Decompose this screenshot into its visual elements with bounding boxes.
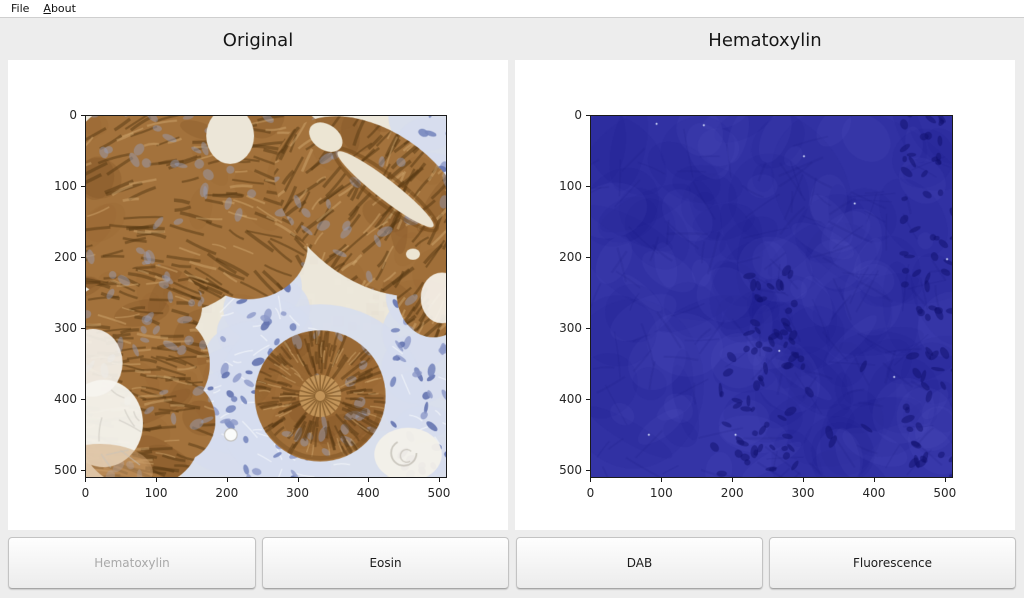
x-tick-mark [85, 478, 87, 482]
y-tick-mark [586, 257, 590, 259]
x-tick-mark [661, 478, 663, 482]
x-tick-mark [226, 478, 228, 482]
y-tick-label: 300 [559, 321, 582, 335]
y-tick-mark [586, 186, 590, 188]
y-tick-label: 100 [559, 179, 582, 194]
y-tick-label: 500 [54, 462, 77, 477]
original-plot-axes [85, 115, 447, 478]
y-tick-mark [81, 115, 85, 117]
menu-file[interactable]: File [4, 1, 36, 16]
stain-button-row: Hematoxylin Eosin DAB Fluorescence [0, 537, 1024, 589]
y-tick-label: 100 [54, 179, 77, 194]
y-tick-label: 500 [559, 462, 582, 477]
app-window: File About Original Hematoxylin 0 100 200 30… [0, 0, 1024, 598]
y-tick-label: 400 [559, 391, 582, 406]
y-tick-label: 400 [54, 391, 77, 406]
eosin-button[interactable]: Eosin [262, 537, 509, 589]
figure-title-hematoxylin: Hematoxylin [708, 30, 822, 51]
original-ihc-image [86, 116, 446, 477]
x-tick-label: 500 [933, 486, 957, 500]
x-tick-label: 0 [586, 486, 595, 500]
dab-button[interactable]: DAB [516, 537, 763, 589]
y-tick-label: 300 [54, 321, 77, 335]
x-tick-label: 200 [720, 486, 744, 500]
y-tick-label: 200 [559, 250, 582, 265]
x-tick-label: 300 [286, 486, 309, 500]
y-tick-label: 200 [54, 250, 77, 265]
x-tick-mark [944, 478, 946, 482]
x-tick-mark [803, 478, 804, 482]
y-tick-mark [81, 469, 85, 471]
y-tick-mark [81, 186, 85, 188]
figure-title-original: Original [222, 30, 294, 51]
x-tick-mark [368, 478, 370, 482]
x-tick-label: 0 [81, 486, 90, 500]
y-tick-mark [81, 257, 85, 259]
x-tick-mark [438, 478, 440, 482]
x-tick-label: 300 [791, 486, 815, 500]
y-tick-mark [586, 398, 590, 400]
original-figure-panel: 0 100 200 300 400 500 0 100 200 300 400 500 [8, 60, 508, 530]
menu-bar: File About [0, 0, 1024, 18]
y-tick-mark [81, 328, 85, 329]
menu-about[interactable]: About [36, 1, 83, 16]
hematoxylin-figure-panel: 0 100 200 300 400 500 0 100 200 300 400 500 [515, 60, 1015, 530]
x-tick-label: 100 [649, 486, 673, 500]
y-tick-mark [586, 328, 590, 329]
hematoxylin-channel-image [591, 116, 952, 477]
y-tick-label: 0 [69, 108, 77, 123]
fluorescence-button[interactable]: Fluorescence [769, 537, 1016, 589]
y-tick-mark [586, 115, 590, 117]
x-tick-label: 100 [144, 486, 168, 500]
y-tick-mark [81, 398, 85, 400]
y-tick-label: 0 [574, 108, 582, 123]
x-tick-mark [156, 478, 158, 482]
x-tick-label: 500 [427, 486, 451, 500]
x-tick-label: 400 [862, 486, 886, 500]
x-tick-mark [873, 478, 875, 482]
hematoxylin-button[interactable]: Hematoxylin [8, 537, 256, 589]
hematoxylin-plot-axes [590, 115, 953, 478]
x-tick-mark [590, 478, 592, 482]
x-tick-mark [297, 478, 299, 482]
x-tick-label: 400 [356, 486, 380, 500]
y-tick-mark [586, 469, 590, 471]
x-tick-label: 200 [215, 486, 239, 500]
x-tick-mark [732, 478, 734, 482]
